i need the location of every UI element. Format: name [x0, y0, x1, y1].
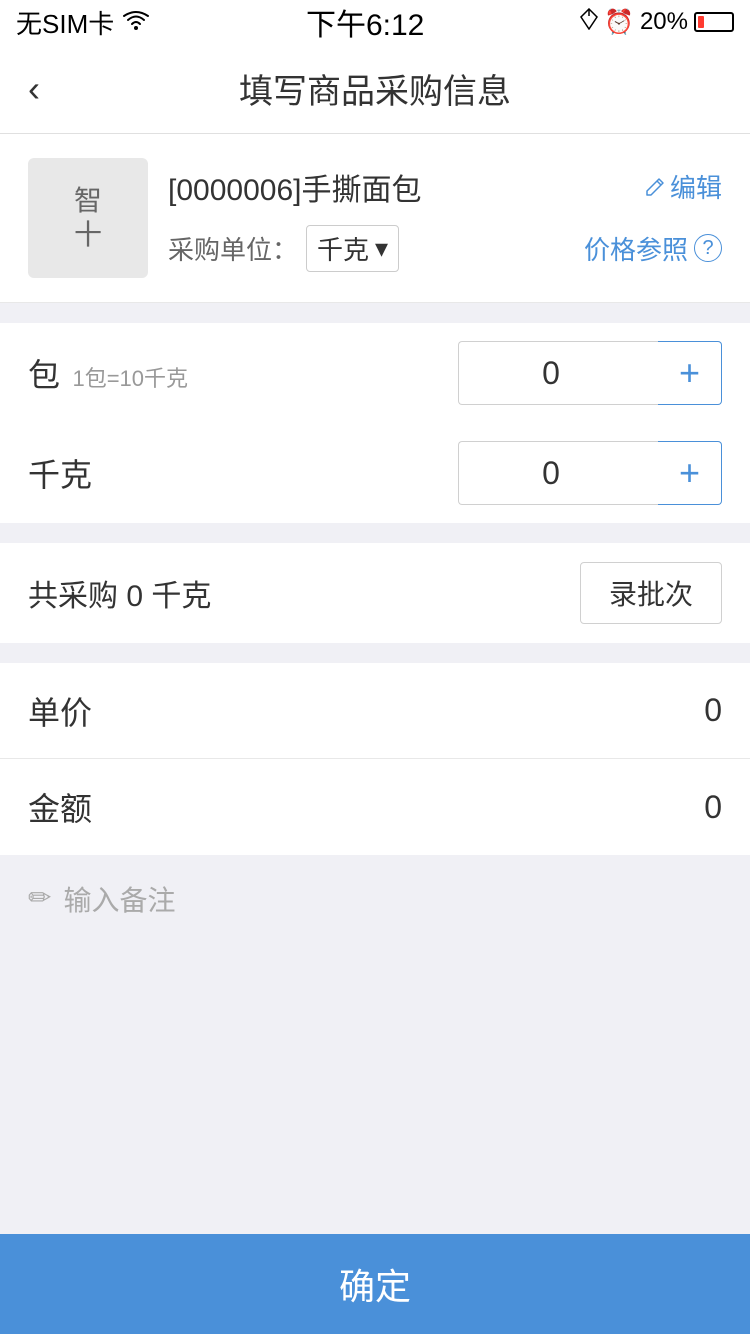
bag-sub-label: 1包=10千克	[72, 366, 188, 391]
amount-label: 金额	[28, 784, 92, 830]
confirm-label: 确定	[339, 1258, 411, 1310]
section-divider-1	[0, 303, 750, 323]
remark-placeholder: 输入备注	[63, 879, 175, 919]
chevron-down-icon: ▾	[375, 233, 388, 264]
location-icon	[580, 8, 598, 37]
amount-value: 0	[704, 789, 722, 826]
product-name-row: [0000006]手撕面包 编辑	[168, 165, 722, 209]
unit-row: 采购单位： 千克 ▾ 价格参照 ?	[168, 225, 722, 272]
carrier-text: 无SIM卡	[16, 4, 114, 41]
summary-quantity: 0	[126, 580, 151, 613]
bag-label-group: 包 1包=10千克	[28, 350, 188, 396]
bag-input-section: 包 1包=10千克 +	[0, 323, 750, 423]
page-title: 填写商品采购信息	[239, 64, 511, 113]
bag-input-right: +	[458, 341, 722, 405]
edit-button[interactable]: 编辑	[644, 168, 722, 205]
product-card: 智 十 [0000006]手撕面包 编辑 采购单位： 千克 ▾	[0, 134, 750, 303]
batch-button[interactable]: 录批次	[580, 562, 722, 624]
summary-suffix: 千克	[151, 580, 211, 613]
kg-input-right: +	[458, 441, 722, 505]
bag-input-row: 包 1包=10千克 +	[0, 323, 750, 423]
status-bar: 无SIM卡 下午6:12 ⏰ 20%	[0, 0, 750, 44]
kg-input-section: 千克 +	[0, 423, 750, 523]
kg-input-row: 千克 +	[0, 423, 750, 523]
section-divider-3	[0, 643, 750, 663]
confirm-button[interactable]: 确定	[0, 1234, 750, 1334]
nav-bar: ‹ 填写商品采购信息	[0, 44, 750, 134]
product-image: 智 十	[28, 158, 148, 278]
unit-price-row: 单价 0	[0, 663, 750, 759]
bag-label: 包	[28, 357, 60, 393]
unit-price-value: 0	[704, 692, 722, 729]
unit-price-label: 单价	[28, 688, 92, 734]
summary-prefix: 共采购	[28, 580, 126, 613]
battery-percent: 20%	[640, 8, 688, 36]
bag-plus-button[interactable]: +	[658, 341, 722, 405]
kg-quantity-input[interactable]	[458, 441, 658, 505]
battery-icon	[694, 12, 734, 32]
product-logo: 智 十	[74, 184, 102, 251]
status-right: ⏰ 20%	[580, 8, 734, 37]
unit-label: 采购单位：	[168, 230, 298, 267]
kg-plus-button[interactable]: +	[658, 441, 722, 505]
pencil-icon: ✏	[28, 881, 51, 914]
summary-text-group: 共采购 0 千克	[28, 571, 211, 615]
kg-label: 千克	[28, 450, 92, 496]
status-left: 无SIM卡	[16, 4, 150, 41]
wifi-icon	[122, 7, 150, 38]
unit-select[interactable]: 千克 ▾	[306, 225, 399, 272]
question-icon: ?	[694, 234, 722, 262]
price-ref-button[interactable]: 价格参照 ?	[584, 230, 722, 267]
back-button[interactable]: ‹	[28, 68, 40, 110]
amount-row: 金额 0	[0, 759, 750, 855]
status-time: 下午6:12	[306, 0, 424, 44]
section-divider-2	[0, 523, 750, 543]
product-info: [0000006]手撕面包 编辑 采购单位： 千克 ▾ 价格参照 ?	[168, 165, 722, 272]
bag-quantity-input[interactable]	[458, 341, 658, 405]
remark-section[interactable]: ✏ 输入备注	[0, 855, 750, 1089]
summary-row: 共采购 0 千克 录批次	[0, 543, 750, 643]
bottom-spacer	[0, 1089, 750, 1235]
product-full-name: [0000006]手撕面包	[168, 165, 421, 209]
alarm-icon: ⏰	[604, 8, 634, 37]
price-section: 单价 0 金额 0	[0, 663, 750, 855]
